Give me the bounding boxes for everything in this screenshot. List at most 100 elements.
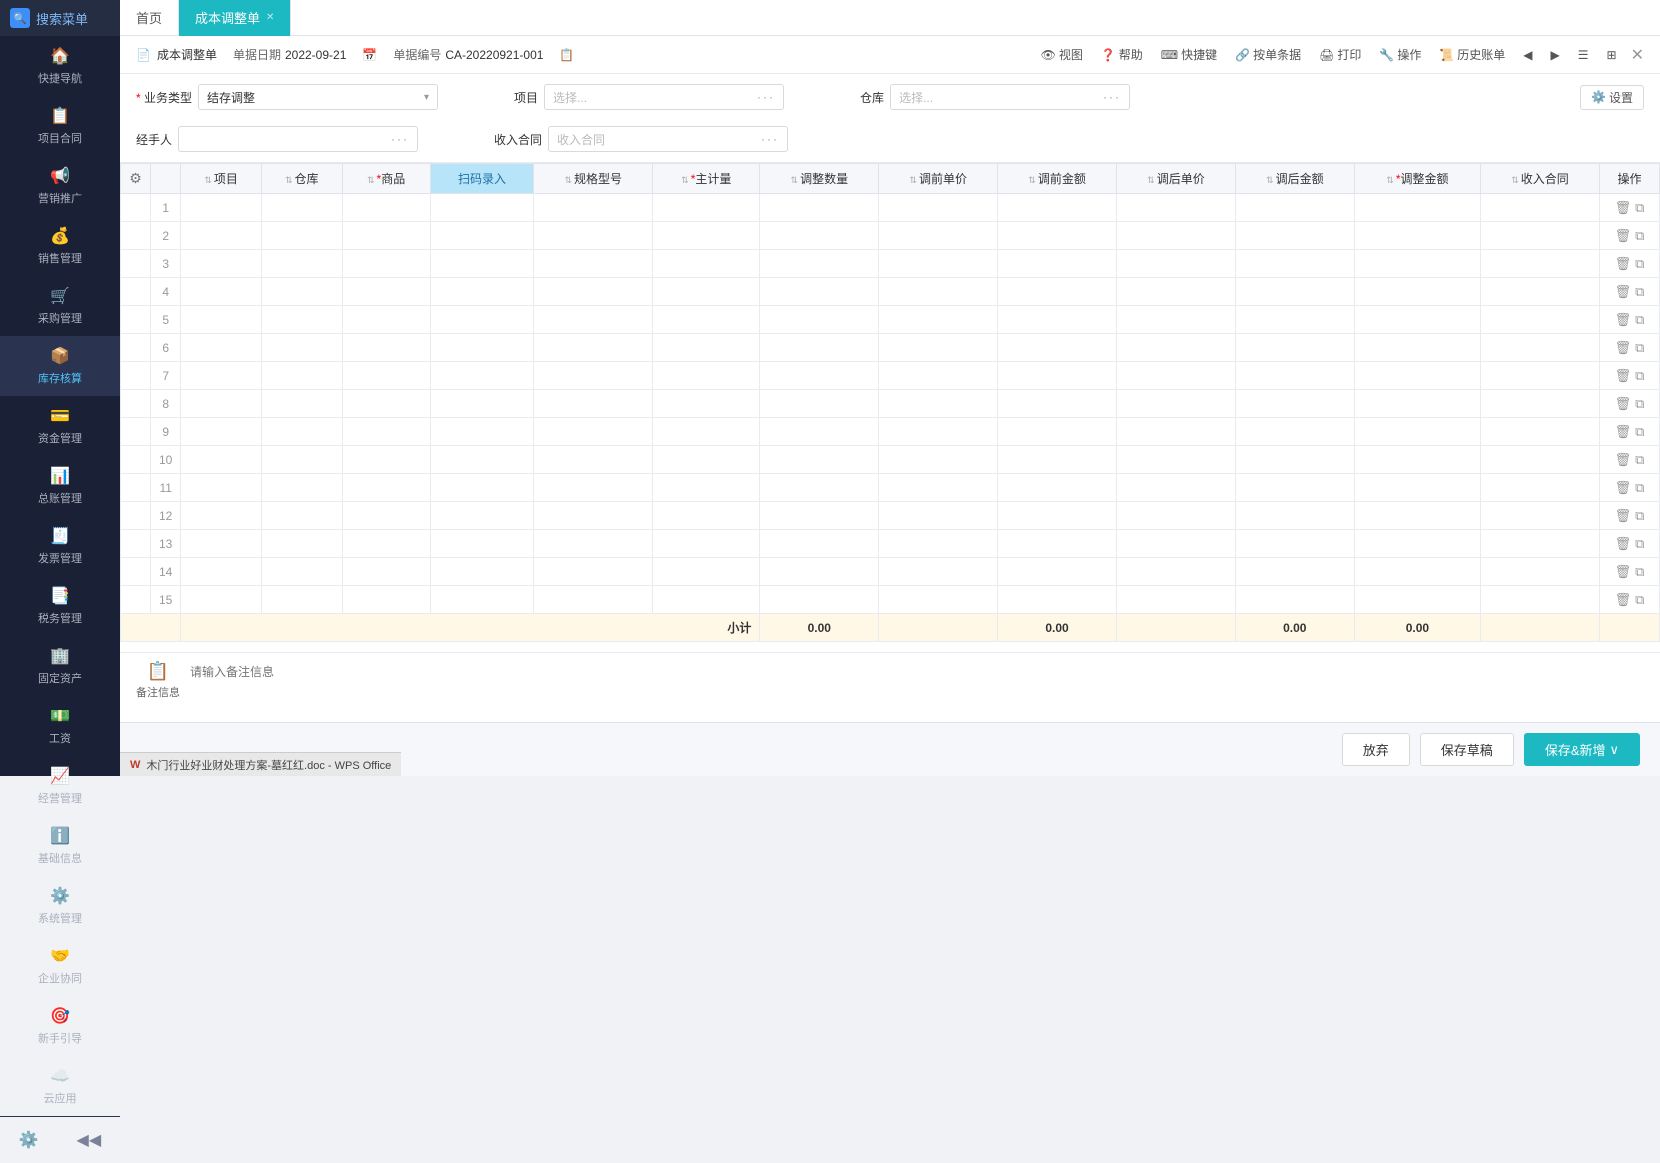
shortcut-btn[interactable]: ⌨ 快捷键 (1157, 44, 1221, 65)
row-after-unit-price[interactable] (1116, 390, 1235, 418)
row-warehouse[interactable] (261, 418, 342, 446)
row-before-unit-price[interactable] (879, 278, 998, 306)
row-warehouse[interactable] (261, 222, 342, 250)
sidebar-item-purchase[interactable]: 🛒 采购管理 (0, 276, 120, 336)
row-before-unit-price[interactable] (879, 558, 998, 586)
row-delete-icon[interactable]: 🗑 (1615, 452, 1632, 468)
row-delete-icon[interactable]: 🗑 (1615, 228, 1632, 244)
sidebar-item-quick-nav[interactable]: 🏠 快捷导航 (0, 36, 120, 96)
row-scan-input[interactable] (430, 446, 534, 474)
row-adjust-qty[interactable] (760, 278, 879, 306)
row-unit[interactable] (653, 334, 760, 362)
col-project[interactable]: ⇅项目 (181, 164, 262, 194)
row-adjust-amount[interactable] (1354, 250, 1480, 278)
col-settings[interactable]: ⚙ (121, 164, 151, 194)
collapse-sidebar-icon[interactable]: ◀◀ (72, 1125, 107, 1155)
row-copy-icon[interactable]: ⧉ (1635, 508, 1644, 524)
row-copy-icon[interactable]: ⧉ (1635, 452, 1644, 468)
row-product[interactable] (342, 446, 430, 474)
row-adjust-amount[interactable] (1354, 334, 1480, 362)
sidebar-item-enterprise[interactable]: 🤝 企业协同 (0, 936, 120, 996)
row-scan-input[interactable] (430, 474, 534, 502)
row-product[interactable] (342, 558, 430, 586)
row-before-amount[interactable] (998, 530, 1117, 558)
row-delete-icon[interactable]: 🗑 (1615, 256, 1632, 272)
row-after-unit-price[interactable] (1116, 446, 1235, 474)
row-after-amount[interactable] (1235, 474, 1354, 502)
row-adjust-amount[interactable] (1354, 194, 1480, 222)
row-income-contract[interactable] (1481, 278, 1600, 306)
col-before-unit-price[interactable]: ⇅调前单价 (879, 164, 998, 194)
col-warehouse[interactable]: ⇅仓库 (261, 164, 342, 194)
row-before-amount[interactable] (998, 306, 1117, 334)
row-adjust-amount[interactable] (1354, 306, 1480, 334)
row-adjust-qty[interactable] (760, 222, 879, 250)
row-scan-input[interactable] (430, 390, 534, 418)
row-project[interactable] (181, 390, 262, 418)
row-project[interactable] (181, 334, 262, 362)
sidebar-item-sales[interactable]: 💰 销售管理 (0, 216, 120, 276)
row-before-unit-price[interactable] (879, 390, 998, 418)
row-project[interactable] (181, 502, 262, 530)
row-after-amount[interactable] (1235, 278, 1354, 306)
row-adjust-amount[interactable] (1354, 222, 1480, 250)
row-income-contract[interactable] (1481, 502, 1600, 530)
row-delete-icon[interactable]: 🗑 (1615, 200, 1632, 216)
tab-home[interactable]: 首页 (120, 0, 179, 36)
row-spec-type[interactable] (534, 278, 653, 306)
layout-btn1[interactable]: ☰ (1574, 46, 1593, 64)
row-adjust-qty[interactable] (760, 586, 879, 614)
row-project[interactable] (181, 306, 262, 334)
row-income-contract[interactable] (1481, 194, 1600, 222)
row-before-amount[interactable] (998, 194, 1117, 222)
row-spec-type[interactable] (534, 250, 653, 278)
nav-next-btn[interactable]: ▶ (1547, 46, 1564, 64)
row-warehouse[interactable] (261, 390, 342, 418)
row-project[interactable] (181, 222, 262, 250)
table-settings-icon[interactable]: ⚙ (129, 170, 142, 186)
row-product[interactable] (342, 530, 430, 558)
row-unit[interactable] (653, 558, 760, 586)
row-after-unit-price[interactable] (1116, 362, 1235, 390)
row-scan-input[interactable] (430, 362, 534, 390)
col-income-contract[interactable]: ⇅收入合同 (1481, 164, 1600, 194)
row-after-unit-price[interactable] (1116, 586, 1235, 614)
row-warehouse[interactable] (261, 586, 342, 614)
row-project[interactable] (181, 194, 262, 222)
row-adjust-amount[interactable] (1354, 278, 1480, 306)
row-unit[interactable] (653, 250, 760, 278)
operation-btn[interactable]: 🔧 操作 (1375, 44, 1425, 65)
settings-bottom-icon[interactable]: ⚙️ (14, 1125, 44, 1155)
nav-prev-btn[interactable]: ◀ (1519, 46, 1536, 64)
sidebar-item-marketing[interactable]: 📢 营销推广 (0, 156, 120, 216)
row-adjust-amount[interactable] (1354, 390, 1480, 418)
view-btn[interactable]: 👁 视图 (1037, 44, 1087, 65)
sidebar-item-ledger[interactable]: 📊 总账管理 (0, 456, 120, 516)
row-warehouse[interactable] (261, 278, 342, 306)
row-delete-icon[interactable]: 🗑 (1615, 284, 1632, 300)
row-warehouse[interactable] (261, 194, 342, 222)
row-income-contract[interactable] (1481, 530, 1600, 558)
sidebar-item-guide[interactable]: 🎯 新手引导 (0, 996, 120, 1056)
window-close-btn[interactable]: ✕ (1631, 45, 1644, 65)
row-after-unit-price[interactable] (1116, 502, 1235, 530)
row-project[interactable] (181, 362, 262, 390)
row-before-unit-price[interactable] (879, 334, 998, 362)
row-spec-type[interactable] (534, 418, 653, 446)
row-after-amount[interactable] (1235, 558, 1354, 586)
row-product[interactable] (342, 194, 430, 222)
row-project[interactable] (181, 474, 262, 502)
row-copy-icon[interactable]: ⧉ (1635, 312, 1644, 328)
col-before-amount[interactable]: ⇅调前金额 (998, 164, 1117, 194)
row-spec-type[interactable] (534, 222, 653, 250)
row-after-amount[interactable] (1235, 418, 1354, 446)
row-adjust-amount[interactable] (1354, 446, 1480, 474)
sidebar-search[interactable]: 🔍 搜索菜单 (0, 0, 120, 36)
row-copy-icon[interactable]: ⧉ (1635, 564, 1644, 580)
row-delete-icon[interactable]: 🗑 (1615, 340, 1632, 356)
row-delete-icon[interactable]: 🗑 (1615, 536, 1632, 552)
row-copy-icon[interactable]: ⧉ (1635, 396, 1644, 412)
row-after-unit-price[interactable] (1116, 222, 1235, 250)
row-spec-type[interactable] (534, 502, 653, 530)
row-spec-type[interactable] (534, 306, 653, 334)
